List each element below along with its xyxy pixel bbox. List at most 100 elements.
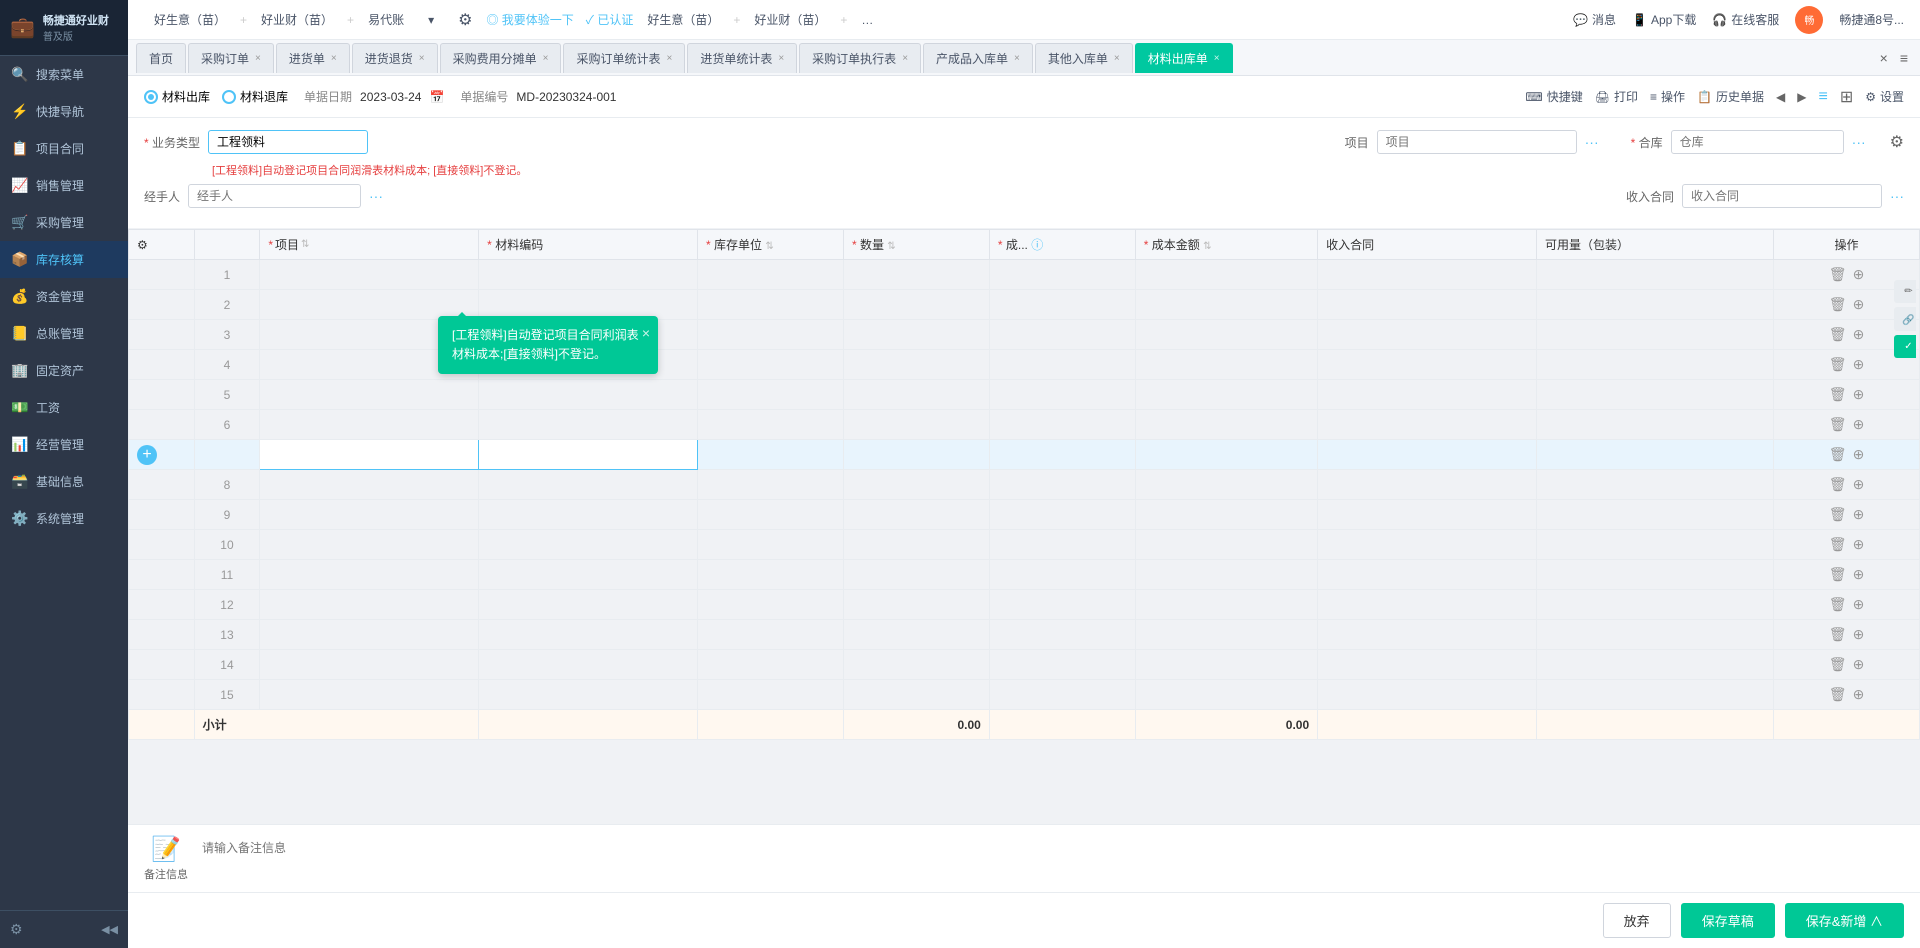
save-draft-button[interactable]: 保存草稿	[1681, 903, 1775, 938]
note-input[interactable]	[198, 835, 1904, 871]
add-row-btn[interactable]: +	[137, 445, 157, 465]
col-cost-price-header[interactable]: * 成... ⓘ	[989, 230, 1135, 260]
nav-more[interactable]: …	[851, 9, 883, 31]
nav-certified[interactable]: ✓ 已认证	[586, 11, 634, 28]
copy-row-icon[interactable]: ⊕	[1853, 416, 1865, 433]
tab-close-other-receipt[interactable]: ×	[1114, 53, 1120, 64]
radio-material-issue[interactable]: 材料出库	[144, 88, 210, 105]
header-message[interactable]: 💬 消息	[1573, 11, 1616, 28]
delete-row-icon[interactable]: 🗑	[1829, 416, 1847, 433]
copy-row-icon[interactable]: ⊕	[1853, 266, 1865, 283]
copy-row-icon[interactable]: ⊕	[1853, 596, 1865, 613]
sidebar-item-finance[interactable]: 💰 资金管理	[0, 278, 128, 315]
cost-info-icon[interactable]: ⓘ	[1031, 238, 1043, 252]
copy-row-icon[interactable]: ⊕	[1853, 656, 1865, 673]
handler-input[interactable]	[188, 184, 361, 208]
user-avatar[interactable]: 畅	[1795, 6, 1823, 34]
tab-close-goods-stat[interactable]: ×	[778, 53, 784, 64]
sidebar-item-basic[interactable]: 🗃️ 基础信息	[0, 463, 128, 500]
delete-row-icon[interactable]: 🗑	[1829, 356, 1847, 373]
row7-project-input[interactable]	[268, 448, 470, 462]
discard-button[interactable]: 放弃	[1603, 903, 1671, 938]
sidebar-item-project[interactable]: 📋 项目合同	[0, 130, 128, 167]
nav-settings[interactable]: ⚙	[448, 6, 482, 34]
tab-more-actions[interactable]: ≡	[1896, 46, 1912, 70]
tab-close-purchase-expense[interactable]: ×	[543, 53, 549, 64]
col-cost-amount-header[interactable]: * 成本金额 ⇅	[1135, 230, 1317, 260]
delete-row-icon[interactable]: 🗑	[1829, 626, 1847, 643]
view-grid-icon[interactable]: ⊞	[1840, 87, 1853, 107]
delete-row-icon[interactable]: 🗑	[1829, 386, 1847, 403]
header-app-download[interactable]: 📱 App下载	[1632, 11, 1696, 28]
toolbar-operations[interactable]: ≡ 操作	[1650, 88, 1685, 105]
copy-row-icon[interactable]: ⊕	[1853, 506, 1865, 523]
toolbar-shortcut[interactable]: ⌨ 快捷键	[1525, 88, 1582, 105]
tab-material-issue[interactable]: 材料出库单 ×	[1135, 43, 1233, 73]
nav-next-icon[interactable]: ▶	[1797, 90, 1806, 104]
delete-row7-icon[interactable]: 🗑	[1829, 446, 1847, 463]
tooltip-close-icon[interactable]: ×	[642, 322, 650, 344]
copy-row-icon[interactable]: ⊕	[1853, 476, 1865, 493]
tab-purchase-exec[interactable]: 采购订单执行表 ×	[799, 43, 921, 73]
nav-item-haoshengyi2[interactable]: 好生意（苗）	[637, 7, 729, 32]
tab-home[interactable]: 首页	[136, 43, 186, 73]
settings-icon[interactable]: ⚙	[10, 921, 23, 938]
income-contract-dots[interactable]: ···	[1890, 188, 1904, 204]
delete-row-icon[interactable]: 🗑	[1829, 656, 1847, 673]
collapse-icon[interactable]: ◀◀	[101, 923, 118, 936]
toolbar-print[interactable]: 🖨 打印	[1595, 88, 1638, 105]
tab-purchase-expense[interactable]: 采购费用分摊单 ×	[440, 43, 562, 73]
warehouse-input[interactable]	[1671, 130, 1844, 154]
warehouse-dots[interactable]: ···	[1852, 134, 1866, 150]
tab-close-finished-goods[interactable]: ×	[1014, 53, 1020, 64]
view-list-icon[interactable]: ≡	[1818, 88, 1827, 106]
table-settings-icon[interactable]: ⚙	[137, 238, 148, 252]
nav-item-haoshengyi[interactable]: 好生意（苗）	[144, 7, 236, 32]
sidebar-item-inventory[interactable]: 📦 库存核算	[0, 241, 128, 278]
sidebar-item-salary[interactable]: 💵 工资	[0, 389, 128, 426]
copy-row-icon[interactable]: ⊕	[1853, 356, 1865, 373]
nav-trial[interactable]: ◎ 我要体验一下	[486, 11, 573, 28]
tab-close-goods-receipt[interactable]: ×	[331, 53, 337, 64]
tab-close-purchase-stat[interactable]: ×	[666, 53, 672, 64]
tab-close-goods-return[interactable]: ×	[419, 53, 425, 64]
sidebar-item-search[interactable]: 🔍 搜索菜单	[0, 56, 128, 93]
delete-row-icon[interactable]: 🗑	[1829, 476, 1847, 493]
col-income-contract-header[interactable]: 收入合同	[1318, 230, 1537, 260]
sidebar-item-purchase[interactable]: 🛒 采购管理	[0, 204, 128, 241]
col-project-header[interactable]: * 项目 ⇅	[260, 230, 479, 260]
save-new-button[interactable]: 保存&新增 ∧	[1785, 903, 1904, 938]
tab-close-material-issue[interactable]: ×	[1214, 53, 1220, 64]
copy-row7-icon[interactable]: ⊕	[1853, 446, 1865, 463]
nav-item-yidaizhang[interactable]: 易代账	[358, 7, 414, 32]
row7-code-input[interactable]	[487, 448, 689, 462]
copy-row-icon[interactable]: ⊕	[1853, 686, 1865, 703]
handler-dots[interactable]: ···	[369, 188, 383, 204]
delete-row-icon[interactable]: 🗑	[1829, 596, 1847, 613]
tab-goods-receipt[interactable]: 进货单 ×	[276, 43, 350, 73]
delete-row-icon[interactable]: 🗑	[1829, 326, 1847, 343]
copy-row-icon[interactable]: ⊕	[1853, 296, 1865, 313]
project-dots[interactable]: ···	[1585, 134, 1599, 150]
radio-material-return[interactable]: 材料退库	[222, 88, 288, 105]
tab-goods-stat[interactable]: 进货单统计表 ×	[687, 43, 797, 73]
toolbar-settings[interactable]: ⚙ 设置	[1865, 88, 1904, 105]
nav-prev-icon[interactable]: ◀	[1776, 90, 1785, 104]
calendar-icon[interactable]: 📅	[429, 90, 444, 104]
col-settings-header[interactable]: ⚙	[129, 230, 195, 260]
delete-row-icon[interactable]: 🗑	[1829, 566, 1847, 583]
sidebar-item-ledger[interactable]: 📒 总账管理	[0, 315, 128, 352]
copy-row-icon[interactable]: ⊕	[1853, 626, 1865, 643]
sidebar-item-sales[interactable]: 📈 销售管理	[0, 167, 128, 204]
nav-item-haoyecai[interactable]: 好业财（苗）	[251, 7, 343, 32]
nav-item-haoyecai2[interactable]: 好业财（苗）	[744, 7, 836, 32]
sidebar-item-shortcut[interactable]: ⚡ 快捷导航	[0, 93, 128, 130]
float-edit-btn[interactable]: ✏	[1894, 280, 1916, 303]
col-material-code-header[interactable]: * 材料编码	[479, 230, 698, 260]
delete-row-icon[interactable]: 🗑	[1829, 506, 1847, 523]
toolbar-history[interactable]: 📋 历史单据	[1697, 88, 1764, 105]
tab-purchase-stat[interactable]: 采购订单统计表 ×	[563, 43, 685, 73]
delete-row-icon[interactable]: 🗑	[1829, 536, 1847, 553]
sidebar-item-assets[interactable]: 🏢 固定资产	[0, 352, 128, 389]
delete-row-icon[interactable]: 🗑	[1829, 266, 1847, 283]
